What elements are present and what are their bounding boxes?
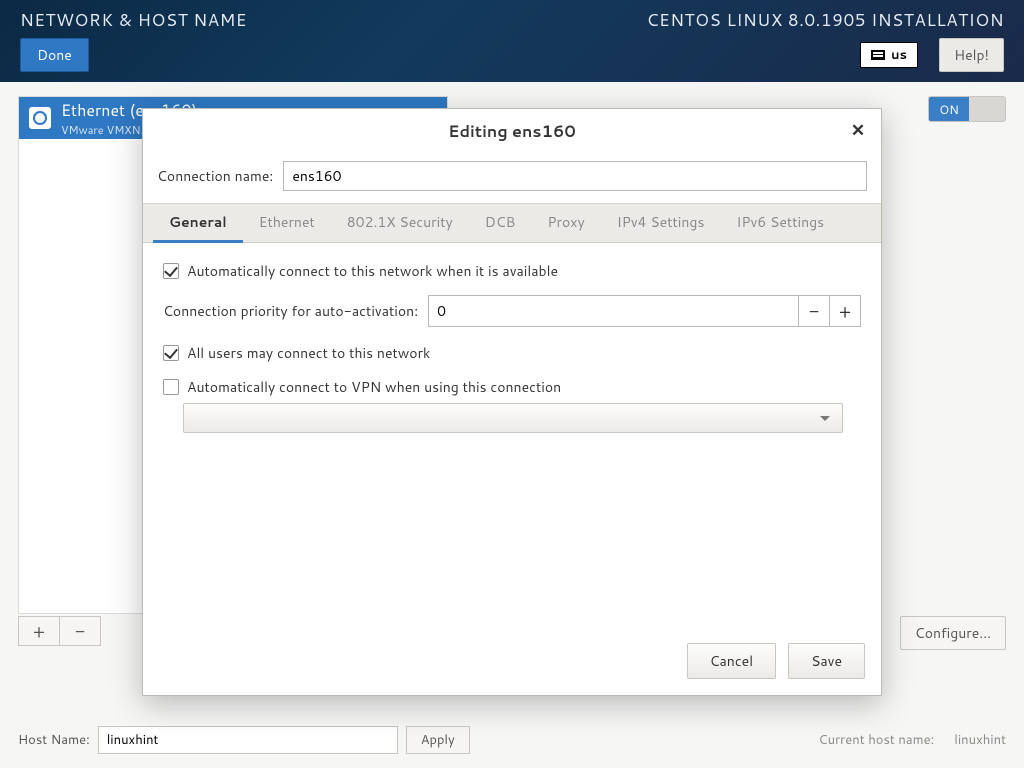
auto-vpn-checkbox[interactable]	[163, 379, 179, 395]
tab-ethernet[interactable]: Ethernet	[243, 204, 331, 242]
add-device-button[interactable]: +	[18, 616, 60, 646]
save-button[interactable]: Save	[788, 643, 865, 679]
spoke-title: NETWORK & HOST NAME	[20, 8, 247, 32]
priority-increment-button[interactable]: +	[829, 295, 861, 327]
installer-header: NETWORK & HOST NAME CENTOS LINUX 8.0.190…	[0, 0, 1024, 82]
dialog-title: Editing ens160	[448, 120, 576, 143]
tab-ipv6[interactable]: IPv6 Settings	[720, 204, 840, 242]
done-button[interactable]: Done	[20, 38, 89, 72]
priority-decrement-button[interactable]: −	[798, 295, 830, 327]
connection-name-input[interactable]	[283, 161, 867, 191]
tab-8021x[interactable]: 802.1X Security	[331, 204, 469, 242]
tab-general[interactable]: General	[153, 204, 243, 243]
keyboard-indicator[interactable]: us	[860, 42, 918, 68]
keyboard-layout: us	[891, 46, 907, 64]
help-button[interactable]: Help!	[939, 38, 1004, 72]
tab-general-body: Automatically connect to this network wh…	[143, 243, 881, 631]
tab-dcb[interactable]: DCB	[469, 204, 532, 242]
configure-button[interactable]: Configure...	[900, 616, 1006, 650]
device-enable-toggle[interactable]: ON	[928, 96, 1006, 122]
hostname-input[interactable]	[98, 726, 398, 754]
auto-vpn-label: Automatically connect to VPN when using …	[187, 377, 561, 397]
all-users-checkbox[interactable]	[163, 345, 179, 361]
tab-proxy[interactable]: Proxy	[531, 204, 600, 242]
dialog-tabs: General Ethernet 802.1X Security DCB Pro…	[143, 203, 881, 243]
vpn-select[interactable]	[183, 403, 843, 433]
keyboard-icon	[871, 50, 885, 60]
all-users-label: All users may connect to this network	[187, 343, 430, 363]
network-wired-icon	[29, 107, 51, 129]
hostname-row: Host Name: Apply Current host name: linu…	[18, 726, 1006, 754]
distro-title: CENTOS LINUX 8.0.1905 INSTALLATION	[647, 8, 1005, 32]
toggle-on-label: ON	[929, 97, 969, 121]
priority-label: Connection priority for auto-activation:	[163, 301, 418, 321]
auto-connect-label: Automatically connect to this network wh…	[187, 261, 558, 281]
current-hostname-label: Current host name:	[818, 731, 934, 749]
dialog-title-bar: Editing ens160 ✕	[143, 109, 881, 153]
close-icon[interactable]: ✕	[847, 119, 869, 141]
edit-connection-dialog: Editing ens160 ✕ Connection name: Genera…	[142, 108, 882, 696]
hostname-apply-button[interactable]: Apply	[406, 726, 470, 754]
priority-input[interactable]	[428, 295, 799, 327]
cancel-button[interactable]: Cancel	[687, 643, 777, 679]
current-hostname-value: linuxhint	[954, 731, 1006, 749]
auto-connect-checkbox[interactable]	[163, 263, 179, 279]
hostname-label: Host Name:	[18, 731, 90, 749]
connection-name-label: Connection name:	[157, 166, 273, 186]
tab-ipv4[interactable]: IPv4 Settings	[601, 204, 721, 242]
remove-device-button[interactable]: −	[59, 616, 101, 646]
